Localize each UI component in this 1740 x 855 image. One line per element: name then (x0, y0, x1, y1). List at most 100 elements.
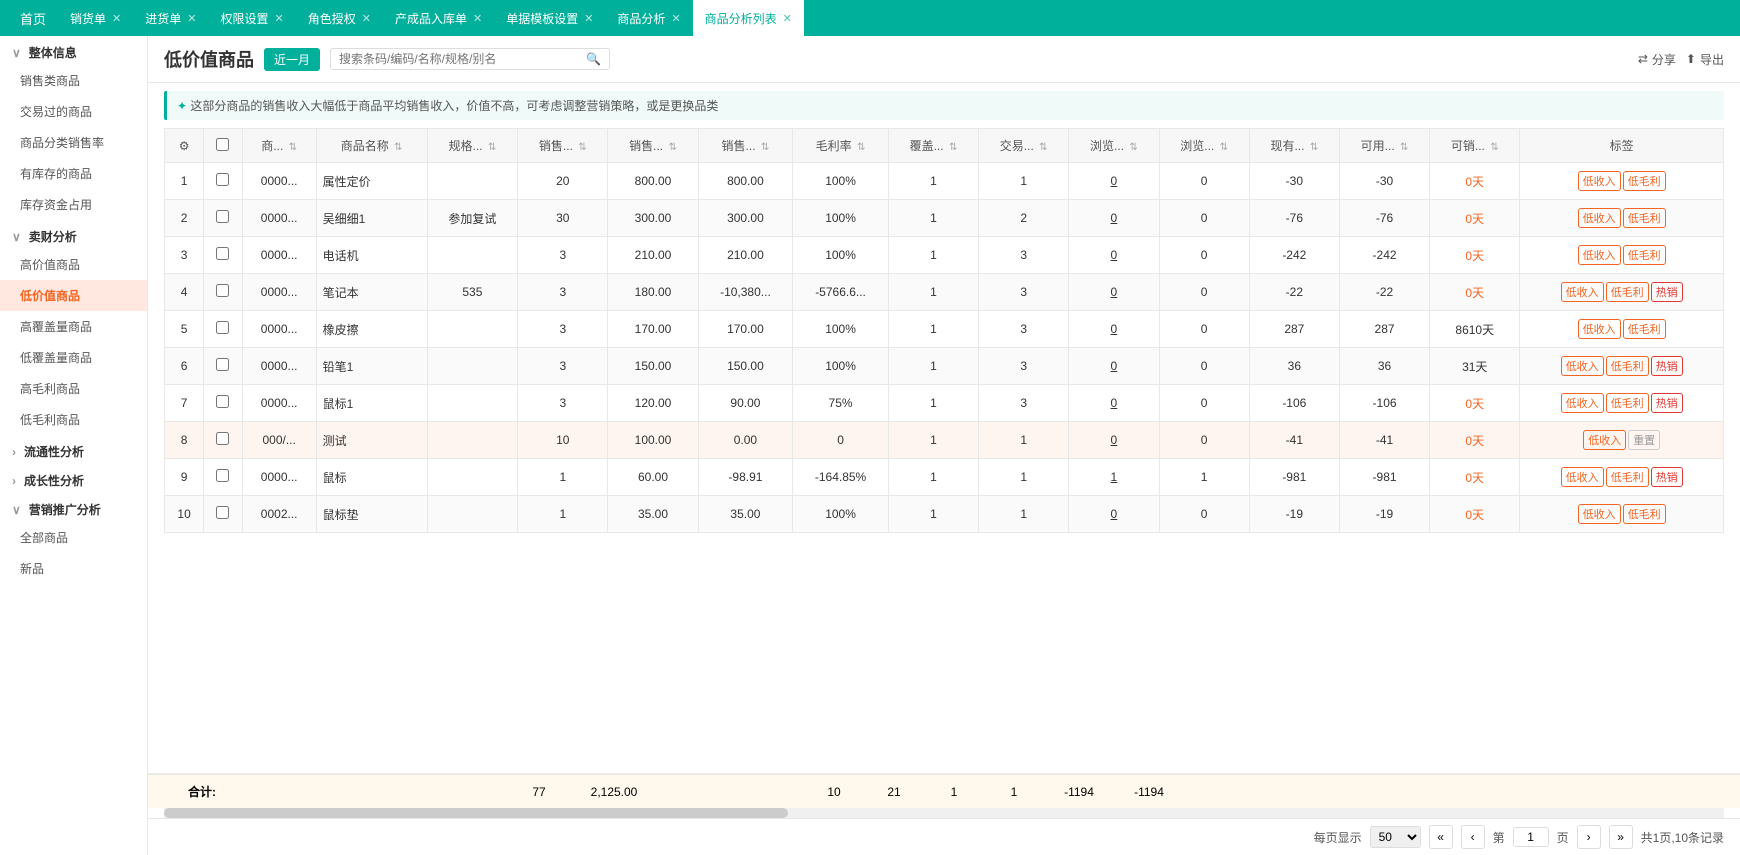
close-template[interactable]: ✕ (584, 12, 593, 25)
sidebar-item-stock-goods[interactable]: 有库存的商品 (0, 158, 147, 189)
cell-col10[interactable]: 0 (1069, 422, 1159, 459)
sidebar-item-traded-goods[interactable]: 交易过的商品 (0, 96, 147, 127)
sidebar-item-high-value[interactable]: 高价值商品 (0, 249, 147, 280)
sidebar-item-high-coverage[interactable]: 高覆盖量商品 (0, 311, 147, 342)
sidebar-item-stock-fund[interactable]: 库存资金占用 (0, 189, 147, 220)
sidebar-group-overall[interactable]: ∨ 整体信息 (0, 36, 147, 65)
cell-col10[interactable]: 0 (1069, 311, 1159, 348)
sidebar-item-category-rate[interactable]: 商品分类销售率 (0, 127, 147, 158)
search-icon[interactable]: 🔍 (586, 52, 601, 66)
col-margin[interactable]: 毛利率 ⇅ (793, 129, 889, 163)
row-checkbox[interactable] (216, 469, 229, 482)
close-purchase[interactable]: ✕ (187, 12, 196, 25)
select-all-checkbox[interactable] (216, 138, 229, 151)
row-checkbox[interactable] (216, 321, 229, 334)
filter-recent-month-button[interactable]: 近一月 (264, 48, 320, 71)
cell-col10[interactable]: 1 (1069, 459, 1159, 496)
cell-name[interactable]: 鼠标 (316, 459, 427, 496)
col-spec[interactable]: 规格... ⇅ (427, 129, 518, 163)
cell-name[interactable]: 铅笔1 (316, 348, 427, 385)
cell-checkbox[interactable] (204, 348, 243, 385)
row-checkbox[interactable] (216, 247, 229, 260)
cell-checkbox[interactable] (204, 496, 243, 533)
nav-sales[interactable]: 销货单 ✕ (58, 0, 133, 36)
collapse-growth-icon[interactable]: › (12, 474, 16, 488)
sidebar-item-new-goods[interactable]: 新品 (0, 553, 147, 584)
nav-permission[interactable]: 权限设置 ✕ (208, 0, 295, 36)
cell-name[interactable]: 电话机 (316, 237, 427, 274)
row-checkbox[interactable] (216, 432, 229, 445)
col10-link[interactable]: 0 (1111, 174, 1118, 188)
col-name[interactable]: 商品名称 ⇅ (316, 129, 427, 163)
row-checkbox[interactable] (216, 358, 229, 371)
next-page-button[interactable]: › (1577, 825, 1601, 849)
sidebar-item-all-goods[interactable]: 全部商品 (0, 522, 147, 553)
cell-name[interactable]: 属性定价 (316, 163, 427, 200)
sidebar-group-growth[interactable]: › 成长性分析 (0, 464, 147, 493)
col-view2[interactable]: 浏览... ⇅ (1159, 129, 1249, 163)
row-checkbox[interactable] (216, 506, 229, 519)
col10-link[interactable]: 0 (1111, 507, 1118, 521)
close-product-analysis[interactable]: ✕ (671, 12, 680, 25)
export-button[interactable]: ⬆ 导出 (1686, 51, 1724, 68)
sidebar-group-marketing[interactable]: ∨ 营销推广分析 (0, 493, 147, 522)
row-checkbox[interactable] (216, 210, 229, 223)
sidebar-group-flow[interactable]: › 流通性分析 (0, 435, 147, 464)
sidebar-item-low-coverage[interactable]: 低覆盖量商品 (0, 342, 147, 373)
collapse-finance-icon[interactable]: ∨ (12, 230, 21, 244)
search-input[interactable] (339, 52, 582, 66)
col10-link[interactable]: 0 (1111, 322, 1118, 336)
col10-link[interactable]: 0 (1111, 396, 1118, 410)
row-checkbox[interactable] (216, 284, 229, 297)
col10-link[interactable]: 1 (1111, 470, 1118, 484)
cell-checkbox[interactable] (204, 237, 243, 274)
col-trade[interactable]: 交易... ⇅ (979, 129, 1069, 163)
nav-purchase[interactable]: 进货单 ✕ (133, 0, 208, 36)
per-page-select[interactable]: 50 100 200 (1370, 826, 1421, 848)
row-checkbox[interactable] (216, 173, 229, 186)
cell-name[interactable]: 鼠标垫 (316, 496, 427, 533)
cell-checkbox[interactable] (204, 385, 243, 422)
col-current[interactable]: 现有... ⇅ (1249, 129, 1339, 163)
cell-name[interactable]: 笔记本 (316, 274, 427, 311)
col-code[interactable]: 商... ⇅ (242, 129, 316, 163)
col10-link[interactable]: 0 (1111, 285, 1118, 299)
row-checkbox[interactable] (216, 395, 229, 408)
nav-template[interactable]: 单据模板设置 ✕ (494, 0, 605, 36)
col-checkbox[interactable] (204, 129, 243, 163)
cell-col10[interactable]: 0 (1069, 274, 1159, 311)
col-sales1[interactable]: 销售... ⇅ (518, 129, 608, 163)
nav-home[interactable]: 首页 (8, 0, 58, 36)
cell-col10[interactable]: 0 (1069, 348, 1159, 385)
collapse-flow-icon[interactable]: › (12, 445, 16, 459)
close-role[interactable]: ✕ (362, 12, 371, 25)
col10-link[interactable]: 0 (1111, 248, 1118, 262)
cell-col10[interactable]: 0 (1069, 237, 1159, 274)
share-button[interactable]: ⇄ 分享 (1638, 51, 1676, 68)
col10-link[interactable]: 0 (1111, 211, 1118, 225)
cell-name[interactable]: 吴细细1 (316, 200, 427, 237)
cell-name[interactable]: 鼠标1 (316, 385, 427, 422)
sidebar-group-finance[interactable]: ∨ 卖财分析 (0, 220, 147, 249)
page-number-input[interactable] (1513, 827, 1549, 847)
cell-col10[interactable]: 0 (1069, 163, 1159, 200)
collapse-overall-icon[interactable]: ∨ (12, 46, 21, 60)
col-settings[interactable]: ⚙ (165, 129, 204, 163)
cell-checkbox[interactable] (204, 200, 243, 237)
nav-product-analysis-list[interactable]: 商品分析列表 ✕ (693, 0, 804, 36)
cell-name[interactable]: 橡皮擦 (316, 311, 427, 348)
sidebar-item-low-margin[interactable]: 低毛利商品 (0, 404, 147, 435)
cell-col10[interactable]: 0 (1069, 496, 1159, 533)
prev-page-button[interactable]: ‹ (1461, 825, 1485, 849)
cell-name[interactable]: 测试 (316, 422, 427, 459)
sidebar-item-low-value[interactable]: 低价值商品 (0, 280, 147, 311)
cell-checkbox[interactable] (204, 311, 243, 348)
sidebar-item-sales-goods[interactable]: 销售类商品 (0, 65, 147, 96)
first-page-button[interactable]: « (1429, 825, 1453, 849)
nav-product-analysis[interactable]: 商品分析 ✕ (605, 0, 692, 36)
col-view1[interactable]: 浏览... ⇅ (1069, 129, 1159, 163)
close-product-analysis-list[interactable]: ✕ (783, 12, 792, 25)
last-page-button[interactable]: » (1609, 825, 1633, 849)
col-saleable[interactable]: 可销... ⇅ (1430, 129, 1520, 163)
cell-checkbox[interactable] (204, 422, 243, 459)
